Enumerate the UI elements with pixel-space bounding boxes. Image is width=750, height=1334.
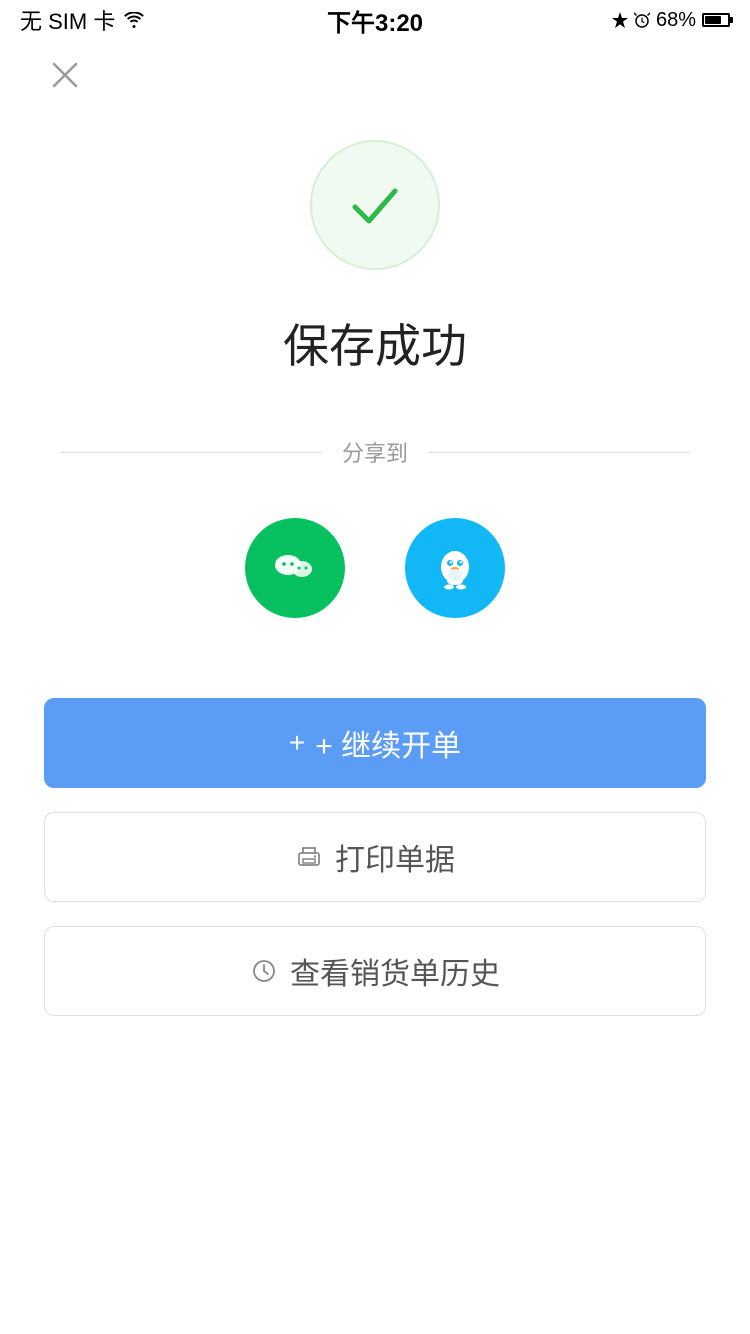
- status-left: 无 SIM 卡: [20, 4, 145, 36]
- status-time: 下午3:20: [327, 3, 423, 38]
- success-title: 保存成功: [283, 310, 467, 376]
- divider-line-left: [60, 452, 322, 453]
- divider-line-right: [428, 452, 690, 453]
- action-buttons: + + 继续开单 打印单据 查看销货单历史: [0, 698, 750, 1016]
- continue-order-button[interactable]: + + 继续开单: [44, 698, 706, 788]
- view-history-label: 查看销货单历史: [290, 949, 500, 993]
- alarm-icon: [634, 12, 650, 28]
- qq-share-button[interactable]: [405, 518, 505, 618]
- share-icons-row: [245, 518, 505, 618]
- wechat-icon: [266, 539, 324, 597]
- share-label: 分享到: [322, 436, 428, 468]
- wechat-share-button[interactable]: [245, 518, 345, 618]
- close-button[interactable]: [40, 50, 90, 100]
- sim-status: 无 SIM 卡: [20, 4, 115, 36]
- battery-percent: 68%: [656, 9, 696, 32]
- continue-order-label: + 继续开单: [315, 721, 461, 765]
- status-bar: 无 SIM 卡 下午3:20 68%: [0, 0, 750, 40]
- battery-icon: [702, 13, 730, 27]
- status-right: 68%: [612, 9, 730, 32]
- qq-icon: [426, 539, 484, 597]
- view-history-button[interactable]: 查看销货单历史: [44, 926, 706, 1016]
- wifi-icon: [123, 12, 145, 28]
- share-divider: 分享到: [0, 436, 750, 468]
- print-icon: [295, 843, 323, 871]
- location-icon: [612, 12, 628, 28]
- main-content: 保存成功 分享到: [0, 40, 750, 1016]
- history-icon: [250, 957, 278, 985]
- plus-icon: +: [289, 727, 305, 759]
- checkmark-icon: [345, 175, 405, 235]
- print-receipt-label: 打印单据: [335, 835, 455, 879]
- success-icon-circle: [310, 140, 440, 270]
- print-receipt-button[interactable]: 打印单据: [44, 812, 706, 902]
